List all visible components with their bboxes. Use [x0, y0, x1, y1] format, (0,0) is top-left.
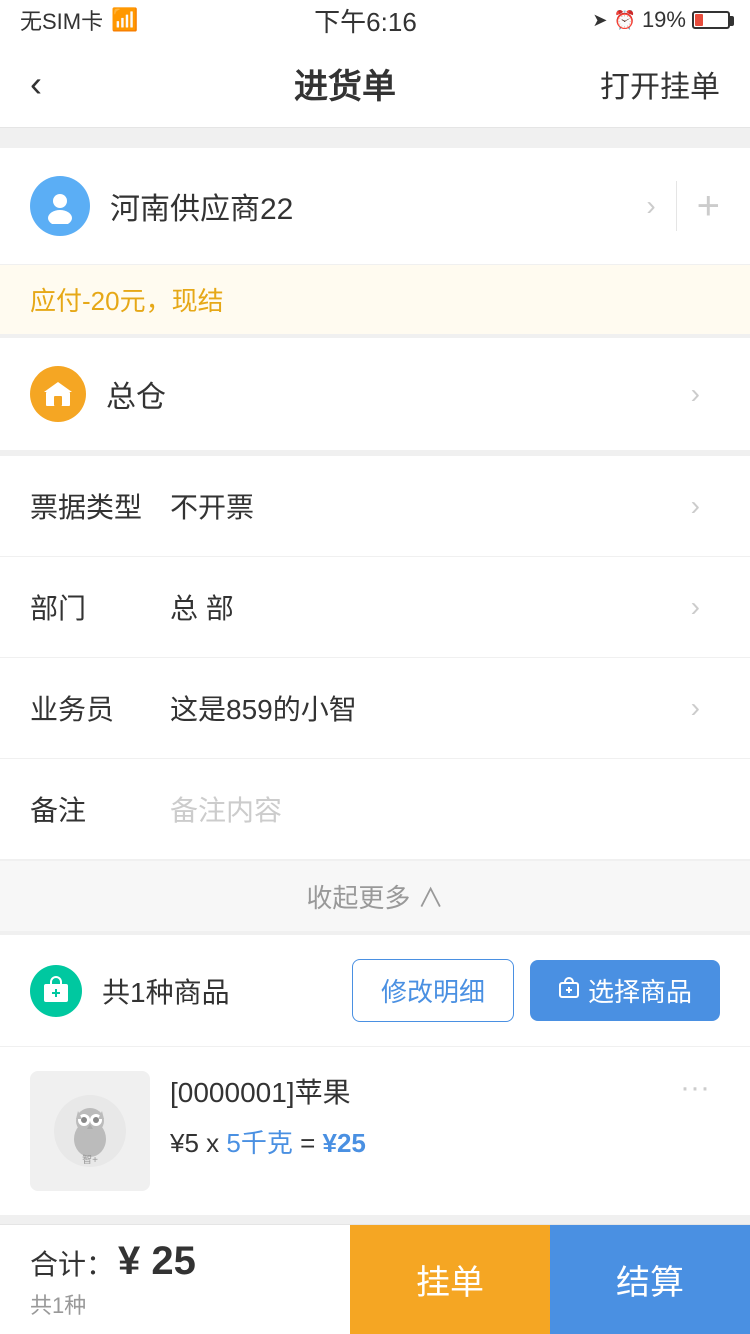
section-divider-2: [0, 452, 750, 454]
product-header: 共1种商品 修改明细 选择商品: [0, 935, 750, 1047]
product-info: [0000001]苹果 ¥5 x 5千克 = ¥25: [170, 1071, 670, 1160]
invoice-type-chevron: ›: [691, 490, 700, 522]
department-value: 总 部: [170, 587, 691, 627]
total-label: 合计：: [30, 1243, 114, 1283]
supplier-section: 河南供应商22 › + 应付-20元，现结: [0, 148, 750, 334]
product-section: 共1种商品 修改明细 选择商品: [0, 935, 750, 1215]
department-chevron: ›: [691, 591, 700, 623]
status-right: ➤ ⏰ 19%: [592, 7, 730, 33]
select-product-icon: [558, 975, 580, 1006]
select-product-label: 选择商品: [588, 972, 692, 1009]
remark-input[interactable]: 备注内容: [170, 789, 720, 829]
salesperson-chevron: ›: [691, 692, 700, 724]
invoice-type-row[interactable]: 票据类型 不开票 ›: [0, 456, 750, 557]
collapse-bar[interactable]: 收起更多 ∧: [0, 861, 750, 931]
hang-button[interactable]: 挂单: [350, 1225, 550, 1334]
page-title: 进货单: [294, 59, 396, 108]
select-product-button[interactable]: 选择商品: [530, 960, 720, 1021]
warehouse-icon: [30, 366, 86, 422]
product-total: ¥25: [323, 1128, 366, 1158]
warehouse-row[interactable]: 总仓 ›: [0, 338, 750, 450]
svg-text:智+: 智+: [82, 1153, 98, 1166]
bottom-bar: 合计： ¥ 25 共1种 挂单 结算: [0, 1224, 750, 1334]
battery-icon: [692, 11, 730, 29]
department-label: 部门: [30, 587, 150, 627]
supplier-divider: [676, 181, 677, 231]
total-section: 合计： ¥ 25 共1种: [0, 1225, 350, 1334]
warehouse-chevron-icon: ›: [691, 378, 700, 410]
form-section: 票据类型 不开票 › 部门 总 部 › 业务员 这是859的小智 › 备注 备注…: [0, 456, 750, 859]
product-equals: =: [300, 1128, 322, 1158]
wifi-icon: 📶: [111, 7, 138, 33]
location-icon: ➤: [592, 10, 607, 31]
total-amount: ¥ 25: [118, 1239, 196, 1284]
total-count: 共1种: [30, 1288, 320, 1320]
battery-percent: 19%: [642, 7, 686, 33]
product-count-label: 共1种商品: [102, 971, 352, 1011]
salesperson-row[interactable]: 业务员 这是859的小智 ›: [0, 658, 750, 759]
product-thumbnail: 智+: [30, 1071, 150, 1191]
invoice-type-label: 票据类型: [30, 486, 150, 526]
product-price: ¥5: [170, 1128, 199, 1158]
back-button[interactable]: ‹: [30, 63, 90, 105]
product-more-button[interactable]: ···: [670, 1071, 720, 1105]
product-multiply: x: [206, 1128, 226, 1158]
salesperson-label: 业务员: [30, 688, 150, 728]
status-bar: 无SIM卡 📶 下午6:16 ➤ ⏰ 19%: [0, 0, 750, 40]
status-time: 下午6:16: [314, 2, 417, 39]
nav-bar: ‹ 进货单 打开挂单: [0, 40, 750, 128]
alarm-icon: ⏰: [614, 10, 636, 31]
remark-label: 备注: [30, 789, 150, 829]
salesperson-value: 这是859的小智: [170, 688, 691, 728]
product-thumb-owl: 智+: [50, 1091, 130, 1171]
warehouse-section: 总仓 ›: [0, 338, 750, 450]
remark-row[interactable]: 备注 备注内容: [0, 759, 750, 859]
supplier-name[interactable]: 河南供应商22: [110, 184, 646, 228]
modify-detail-button[interactable]: 修改明细: [352, 959, 514, 1022]
product-qty: 5千克: [226, 1128, 292, 1158]
add-supplier-button[interactable]: +: [697, 184, 720, 229]
product-name: [0000001]苹果: [170, 1071, 670, 1111]
supplier-info-banner: 应付-20元，现结: [0, 265, 750, 334]
department-row[interactable]: 部门 总 部 ›: [0, 557, 750, 658]
supplier-avatar: [30, 176, 90, 236]
top-divider: [0, 128, 750, 148]
open-hang-button[interactable]: 打开挂单: [600, 62, 720, 106]
checkout-button[interactable]: 结算: [550, 1225, 750, 1334]
warehouse-name: 总仓: [106, 372, 691, 416]
supplier-row: 河南供应商22 › +: [0, 148, 750, 265]
section-divider-3: [0, 931, 750, 933]
status-left: 无SIM卡 📶: [20, 4, 139, 36]
product-price-row: ¥5 x 5千克 = ¥25: [170, 1123, 670, 1160]
product-header-icon: [30, 965, 82, 1017]
supplier-chevron-icon: ›: [646, 190, 655, 222]
invoice-type-value: 不开票: [170, 486, 691, 526]
product-item: 智+ [0000001]苹果 ¥5 x 5千克 = ¥25 ···: [0, 1047, 750, 1215]
carrier-label: 无SIM卡: [20, 4, 103, 36]
